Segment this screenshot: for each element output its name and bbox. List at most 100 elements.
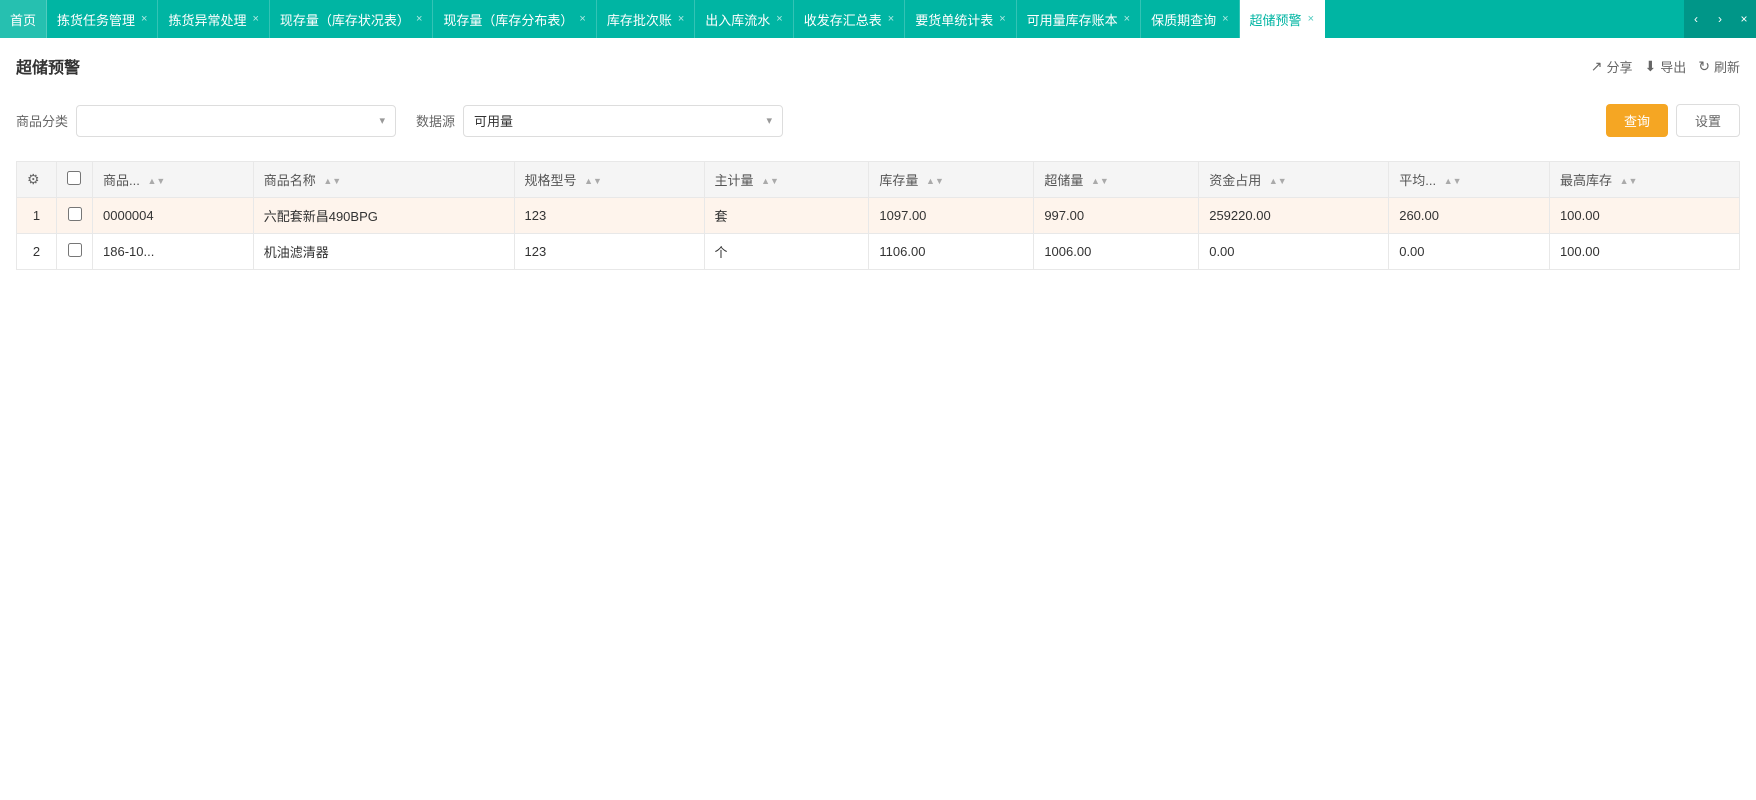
nav-tab-task-mgmt-close[interactable]: ×: [141, 13, 147, 25]
nav-tab-order-stats-close[interactable]: ×: [999, 13, 1005, 25]
category-label: 商品分类: [16, 111, 68, 130]
datasource-select[interactable]: 可用量 ▾: [463, 105, 783, 137]
col-product-name[interactable]: 商品名称 ▲▼: [253, 162, 514, 198]
nav-tab-overstock-alert-label: 超储预警: [1250, 10, 1302, 29]
row-stock-1: 1106.00: [869, 234, 1034, 270]
row-product-code-0: 0000004: [93, 198, 254, 234]
row-num-0: 1: [17, 198, 57, 234]
sort-max-stock-icon: ▲▼: [1620, 177, 1638, 186]
header-actions: ↗ 分享 ⬇ 导出 ↻ 刷新: [1591, 57, 1740, 76]
nav-tab-exception-label: 拣货异常处理: [168, 10, 246, 29]
export-button[interactable]: ⬇ 导出: [1645, 57, 1687, 76]
col-capital-label: 资金占用: [1209, 173, 1261, 188]
nav-tab-exception-close[interactable]: ×: [252, 13, 258, 25]
export-icon: ⬇: [1645, 58, 1657, 75]
nav-tab-inventory-status-close[interactable]: ×: [416, 13, 422, 25]
nav-prev-arrow[interactable]: ‹: [1684, 0, 1708, 38]
nav-tab-overstock-alert-close[interactable]: ×: [1308, 13, 1314, 25]
top-nav: 首页 拣货任务管理 × 拣货异常处理 × 现存量（库存状况表） × 现存量（库存…: [0, 0, 1756, 38]
col-stock[interactable]: 库存量 ▲▼: [869, 162, 1034, 198]
col-product-name-label: 商品名称: [264, 173, 316, 188]
row-avg-1: 0.00: [1389, 234, 1550, 270]
sort-unit-icon: ▲▼: [761, 177, 779, 186]
nav-tab-inout-flow-label: 出入库流水: [705, 10, 770, 29]
nav-tab-inventory-dist-close[interactable]: ×: [579, 13, 585, 25]
row-checkbox-0[interactable]: [57, 198, 93, 234]
settings-gear-icon: ⚙: [27, 171, 40, 187]
col-capital[interactable]: 资金占用 ▲▼: [1199, 162, 1389, 198]
row-capital-0: 259220.00: [1199, 198, 1389, 234]
sort-product-name-icon: ▲▼: [323, 177, 341, 186]
col-spec[interactable]: 规格型号 ▲▼: [514, 162, 704, 198]
row-capital-1: 0.00: [1199, 234, 1389, 270]
nav-tab-task-mgmt-label: 拣货任务管理: [57, 10, 135, 29]
category-select[interactable]: ▾: [76, 105, 396, 137]
select-all-checkbox[interactable]: [67, 171, 81, 185]
nav-tab-home[interactable]: 首页: [0, 0, 47, 38]
nav-tab-inventory-status-label: 现存量（库存状况表）: [280, 10, 410, 29]
nav-tab-collect-summary[interactable]: 收发存汇总表 ×: [794, 0, 905, 38]
row-product-code-1: 186-10...: [93, 234, 254, 270]
datasource-dropdown-icon: ▾: [767, 114, 773, 127]
col-max-stock-label: 最高库存: [1560, 173, 1612, 188]
row-spec-0: 123: [514, 198, 704, 234]
nav-tab-available-account-label: 可用量库存账本: [1027, 10, 1118, 29]
table-row: 1 0000004 六配套新昌490BPG 123 套 1097.00 997.…: [17, 198, 1740, 234]
nav-tab-available-account-close[interactable]: ×: [1124, 13, 1130, 25]
filter-buttons: 查询 设置: [1606, 104, 1740, 137]
col-unit[interactable]: 主计量 ▲▼: [704, 162, 869, 198]
sort-capital-icon: ▲▼: [1269, 177, 1287, 186]
col-overstock-label: 超储量: [1044, 173, 1083, 188]
datasource-select-value: 可用量: [474, 111, 513, 130]
nav-tab-inventory-status[interactable]: 现存量（库存状况表） ×: [270, 0, 433, 38]
nav-tab-order-stats[interactable]: 要货单统计表 ×: [905, 0, 1016, 38]
nav-tab-quality-check-close[interactable]: ×: [1222, 13, 1228, 25]
row-unit-1: 个: [704, 234, 869, 270]
nav-tab-quality-check[interactable]: 保质期查询 ×: [1141, 0, 1239, 38]
nav-tab-inout-flow-close[interactable]: ×: [776, 13, 782, 25]
nav-next-arrow[interactable]: ›: [1708, 0, 1732, 38]
sort-spec-icon: ▲▼: [584, 177, 602, 186]
row-select-0[interactable]: [68, 207, 82, 221]
col-product-code-label: 商品...: [103, 173, 140, 188]
row-spec-1: 123: [514, 234, 704, 270]
share-label: 分享: [1606, 57, 1632, 76]
col-max-stock[interactable]: 最高库存 ▲▼: [1549, 162, 1739, 198]
row-select-1[interactable]: [68, 243, 82, 257]
col-settings[interactable]: ⚙: [17, 162, 57, 198]
table-row: 2 186-10... 机油滤清器 123 个 1106.00 1006.00 …: [17, 234, 1740, 270]
nav-tab-available-account[interactable]: 可用量库存账本 ×: [1017, 0, 1141, 38]
col-avg[interactable]: 平均... ▲▼: [1389, 162, 1550, 198]
refresh-button[interactable]: ↻ 刷新: [1698, 57, 1740, 76]
col-product-code[interactable]: 商品... ▲▼: [93, 162, 254, 198]
nav-tab-collect-summary-close[interactable]: ×: [888, 13, 894, 25]
row-overstock-0: 997.00: [1034, 198, 1199, 234]
row-checkbox-1[interactable]: [57, 234, 93, 270]
row-unit-0: 套: [704, 198, 869, 234]
sort-stock-icon: ▲▼: [926, 177, 944, 186]
nav-tab-order-stats-label: 要货单统计表: [915, 10, 993, 29]
datasource-label: 数据源: [416, 111, 455, 130]
nav-tab-task-mgmt[interactable]: 拣货任务管理 ×: [47, 0, 158, 38]
category-filter: 商品分类 ▾: [16, 105, 396, 137]
nav-tab-batch[interactable]: 库存批次账 ×: [597, 0, 695, 38]
sort-product-code-icon: ▲▼: [147, 177, 165, 186]
row-avg-0: 260.00: [1389, 198, 1550, 234]
col-avg-label: 平均...: [1399, 173, 1436, 188]
nav-tab-batch-close[interactable]: ×: [678, 13, 684, 25]
row-num-1: 2: [17, 234, 57, 270]
nav-expand-arrow[interactable]: ×: [1732, 0, 1756, 38]
row-product-name-1: 机油滤清器: [253, 234, 514, 270]
setting-button[interactable]: 设置: [1676, 104, 1740, 137]
share-button[interactable]: ↗ 分享: [1591, 57, 1633, 76]
nav-tab-overstock-alert[interactable]: 超储预警 ×: [1240, 0, 1325, 38]
nav-tab-inventory-dist-label: 现存量（库存分布表）: [443, 10, 573, 29]
col-spec-label: 规格型号: [525, 173, 577, 188]
nav-tab-inventory-dist[interactable]: 现存量（库存分布表） ×: [433, 0, 596, 38]
col-overstock[interactable]: 超储量 ▲▼: [1034, 162, 1199, 198]
datasource-filter: 数据源 可用量 ▾: [416, 105, 783, 137]
nav-tab-exception[interactable]: 拣货异常处理 ×: [158, 0, 269, 38]
query-button[interactable]: 查询: [1606, 104, 1668, 137]
nav-tab-inout-flow[interactable]: 出入库流水 ×: [695, 0, 793, 38]
share-icon: ↗: [1591, 58, 1603, 75]
